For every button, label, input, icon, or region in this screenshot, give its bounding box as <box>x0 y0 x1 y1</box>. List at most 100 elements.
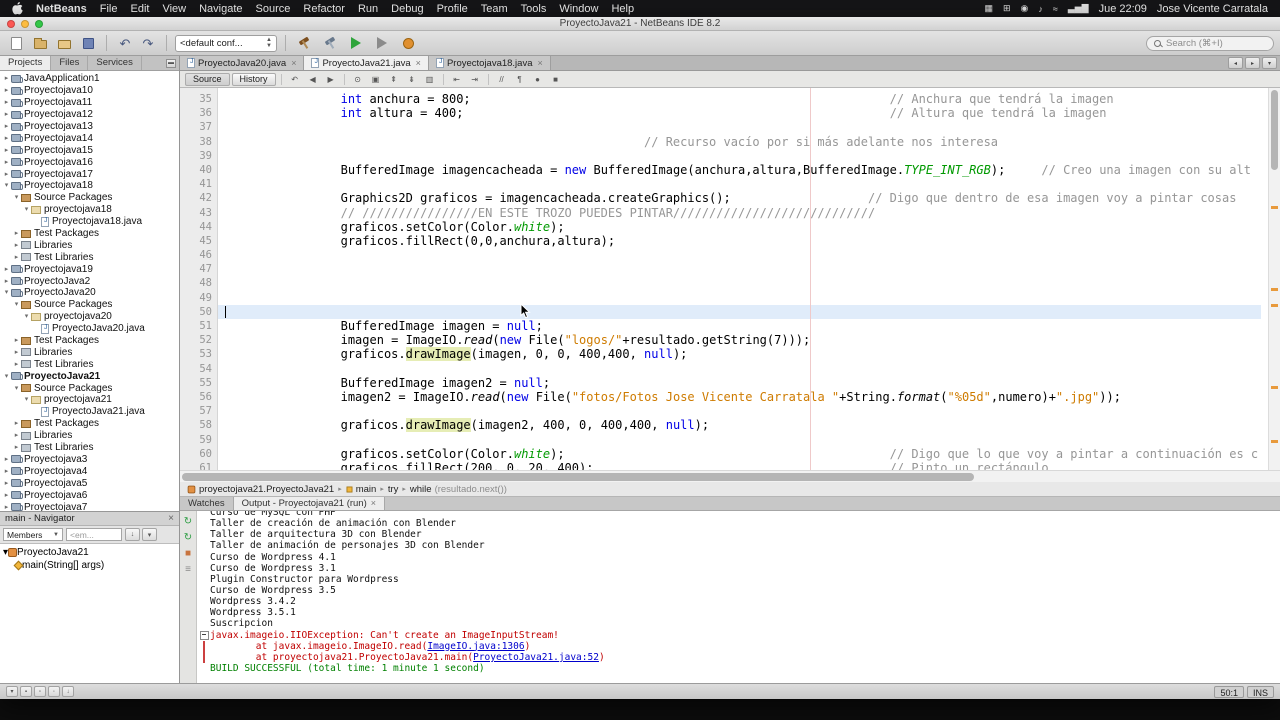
editor-tab-proyectojava18-java[interactable]: Proyectojava18.java × <box>428 56 551 70</box>
menu-item-navigate[interactable]: Navigate <box>199 3 242 15</box>
code-line-43[interactable]: // ////////////////EN ESTE TROZO PUEDES … <box>225 206 1268 220</box>
line-number[interactable]: 46 <box>180 248 212 262</box>
tree-item-test-packages[interactable]: ▸ Test Packages <box>0 228 179 240</box>
rerun-icon[interactable]: ↻ <box>182 515 195 528</box>
stack-trace-link[interactable]: ProyectoJava21.java:52 <box>473 652 599 663</box>
expand-arrow-icon[interactable]: ▸ <box>12 242 21 249</box>
tree-item-proyectojava20[interactable]: ▾ ProyectoJava20 <box>0 287 179 299</box>
navigator-header[interactable]: main - Navigator × <box>0 511 179 526</box>
breadcrumb-item-main[interactable]: main <box>346 484 376 495</box>
window-minimize-button[interactable] <box>21 20 29 28</box>
expand-arrow-icon[interactable]: ▸ <box>12 230 21 237</box>
mission-control-icon[interactable]: ▦ <box>984 3 993 14</box>
code-line-41[interactable] <box>225 177 1268 191</box>
scroll-tabs-right-icon[interactable]: ▸ <box>1245 57 1260 69</box>
code-line-52[interactable]: imagen = ImageIO.read(new File("logos/"+… <box>225 333 1268 347</box>
menu-item-netbeans[interactable]: NetBeans <box>36 3 87 15</box>
stack-trace-link[interactable]: ImageIO.java:1306 <box>427 641 524 652</box>
error-stripe-mark[interactable] <box>1271 288 1278 291</box>
menu-item-profile[interactable]: Profile <box>437 3 468 15</box>
tree-item-proyectojava20-java[interactable]: ProyectoJava20.java <box>0 323 179 335</box>
previous-bookmark-icon[interactable]: ⇞ <box>386 73 402 86</box>
comment-icon[interactable]: // <box>494 73 510 86</box>
undo-button[interactable]: ↶ <box>115 34 135 53</box>
code-line-58[interactable]: graficos.drawImage(imagen2, 400, 0, 400,… <box>225 418 1268 433</box>
tree-item-test-packages[interactable]: ▸ Test Packages <box>0 418 179 430</box>
line-number[interactable]: 55 <box>180 376 212 390</box>
scroll-tabs-left-icon[interactable]: ◂ <box>1228 57 1243 69</box>
expand-arrow-icon[interactable]: ▸ <box>2 135 11 142</box>
line-number[interactable]: 52 <box>180 333 212 347</box>
tree-item-javaapplication1[interactable]: ▸ JavaApplication1 <box>0 73 179 85</box>
expand-arrow-icon[interactable]: ▸ <box>2 504 11 511</box>
build-project-button[interactable] <box>294 34 314 53</box>
tree-item-libraries[interactable]: ▸ Libraries <box>0 430 179 442</box>
expand-arrow-icon[interactable]: ▾ <box>12 194 21 201</box>
line-number[interactable]: 54 <box>180 362 212 376</box>
line-number[interactable]: 36 <box>180 106 212 120</box>
expand-arrow-icon[interactable]: ▸ <box>2 87 11 94</box>
expand-arrow-icon[interactable]: ▾ <box>2 182 11 189</box>
expand-arrow-icon[interactable]: ▸ <box>2 278 11 285</box>
tree-item-proyectojava21-java[interactable]: ProyectoJava21.java <box>0 406 179 418</box>
expand-arrow-icon[interactable]: ▾ <box>22 206 31 213</box>
error-stripe-mark[interactable] <box>1271 304 1278 307</box>
tree-item-proyectojava7[interactable]: ▸ Proyectojava7 <box>0 501 179 511</box>
expand-arrow-icon[interactable]: ▸ <box>2 75 11 82</box>
tree-item-proyectojava19[interactable]: ▸ Proyectojava19 <box>0 263 179 275</box>
menu-item-window[interactable]: Window <box>559 3 598 15</box>
save-all-button[interactable] <box>78 34 98 53</box>
forward-icon[interactable]: ▶ <box>323 73 339 86</box>
show-inherited-icon[interactable]: ▾ <box>6 686 18 697</box>
code-line-37[interactable] <box>225 120 1268 134</box>
tab-files[interactable]: Files <box>51 56 89 70</box>
tree-item-proyectojava21[interactable]: ▾ proyectojava21 <box>0 394 179 406</box>
tree-item-test-libraries[interactable]: ▸ Test Libraries <box>0 358 179 370</box>
clean-build-project-button[interactable] <box>320 34 340 53</box>
filter-options-icon[interactable]: ▾ <box>142 528 157 541</box>
expand-arrow-icon[interactable]: ▸ <box>12 444 21 451</box>
code-line-42[interactable]: Graphics2D graficos = imagencacheada.cre… <box>225 191 1268 205</box>
line-number[interactable]: 37 <box>180 120 212 134</box>
menu-item-source[interactable]: Source <box>256 3 291 15</box>
tree-item-proyectojava18[interactable]: ▾ proyectojava18 <box>0 204 179 216</box>
code-line-54[interactable] <box>225 362 1268 376</box>
menu-item-debug[interactable]: Debug <box>391 3 423 15</box>
show-static-icon[interactable]: ▫ <box>34 686 46 697</box>
sort-alpha-icon[interactable]: ↓ <box>125 528 140 541</box>
breadcrumb-item-proyectojava21-proyectojava21[interactable]: proyectojava21.ProyectoJava21 <box>187 484 334 495</box>
expand-arrow-icon[interactable]: ▾ <box>22 313 31 320</box>
menu-item-refactor[interactable]: Refactor <box>303 3 345 15</box>
line-number[interactable]: 43 <box>180 206 212 220</box>
menu-item-tools[interactable]: Tools <box>521 3 547 15</box>
line-number[interactable]: 51 <box>180 319 212 333</box>
code-line-39[interactable] <box>225 149 1268 163</box>
start-macro-icon[interactable]: ● <box>530 73 546 86</box>
tab-list-icon[interactable]: ▾ <box>1262 57 1277 69</box>
tree-item-proyectojava17[interactable]: ▸ Proyectojava17 <box>0 168 179 180</box>
tree-item-source-packages[interactable]: ▾ Source Packages <box>0 299 179 311</box>
wifi-icon[interactable]: ≈ <box>1053 4 1058 14</box>
tree-item-proyectojava11[interactable]: ▸ Proyectojava11 <box>0 97 179 109</box>
output-tab-output-proyectojava21-run[interactable]: Output - Proyectojava21 (run) × <box>233 497 386 510</box>
find-selection-icon[interactable]: ⊙ <box>350 73 366 86</box>
tab-projects[interactable]: Projects <box>0 56 52 70</box>
window-maximize-button[interactable] <box>35 20 43 28</box>
code-line-48[interactable] <box>225 276 1268 290</box>
tree-item-proyectojava5[interactable]: ▸ Proyectojava5 <box>0 477 179 489</box>
navigator-item-proyectojava21[interactable]: ▾ ProyectoJava21 <box>0 546 179 559</box>
window-close-button[interactable] <box>7 20 15 28</box>
navigator-item-main-string-args[interactable]: main(String[] args) <box>0 559 179 572</box>
expand-arrow-icon[interactable]: ▾ <box>12 385 21 392</box>
code-line-44[interactable]: graficos.setColor(Color.white); <box>225 220 1268 234</box>
line-number[interactable]: 45 <box>180 234 212 248</box>
line-number[interactable]: 59 <box>180 433 212 447</box>
scrollbar-thumb[interactable] <box>1271 90 1278 170</box>
output-tab-watches[interactable]: Watches <box>180 497 234 510</box>
view-button-history[interactable]: History <box>231 72 276 86</box>
expand-arrow-icon[interactable]: ▸ <box>2 492 11 499</box>
show-fields-icon[interactable]: ▪ <box>20 686 32 697</box>
tree-item-source-packages[interactable]: ▾ Source Packages <box>0 382 179 394</box>
code-text[interactable]: int anchura = 800;// Anchura que tendrá … <box>218 88 1268 470</box>
navigator-filter-input[interactable] <box>66 528 122 541</box>
